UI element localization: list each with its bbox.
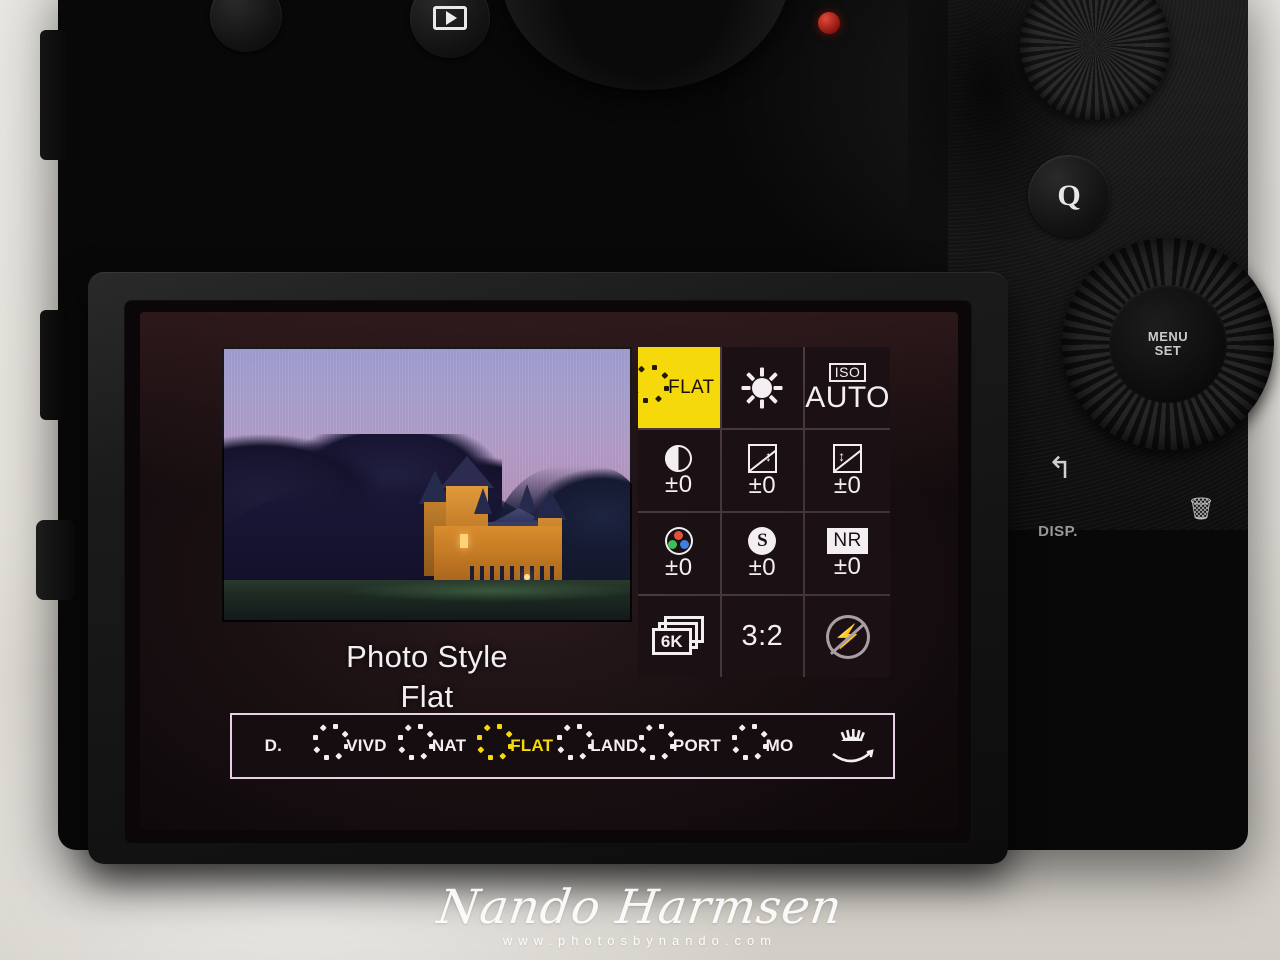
sharpness-value: ±0: [748, 554, 777, 581]
strip-label-mo: MO: [765, 736, 794, 755]
photo-style-strip: D. VIVD NAT FLAT LAND PORT MO: [230, 713, 895, 779]
disp-button[interactable]: DISP.: [1022, 508, 1094, 554]
back-button[interactable]: ↰: [1028, 438, 1092, 500]
burst-icon: [639, 724, 675, 760]
iso-value: AUTO: [805, 380, 890, 414]
grid-cell-6k-photo[interactable]: 6K: [638, 596, 720, 677]
q-menu-button[interactable]: Q: [1028, 155, 1110, 237]
grid-cell-iso[interactable]: ISO AUTO: [805, 347, 890, 428]
disp-label: DISP.: [1038, 522, 1078, 540]
grid-cell-photo-style[interactable]: FLAT: [631, 347, 720, 428]
strip-item-nat[interactable]: NAT: [397, 715, 480, 777]
saturation-value: ±0: [665, 554, 693, 581]
contrast-icon: [665, 444, 693, 472]
back-arrow-icon: ↰: [1047, 452, 1073, 485]
burst-icon: [631, 364, 670, 403]
burst-icon: [313, 724, 349, 760]
menu-label: MENU: [1147, 329, 1189, 345]
preview-border: [222, 347, 632, 622]
strip-item-port[interactable]: PORT: [639, 715, 728, 777]
photo-style-label: FLAT: [668, 376, 715, 398]
no-flash-icon: ⚡: [826, 615, 870, 659]
noise-reduction-value: ±0: [833, 553, 862, 581]
grid-cell-white-balance[interactable]: [721, 347, 804, 428]
record-button[interactable]: [818, 12, 840, 34]
grid-cell-contrast[interactable]: ±0: [638, 430, 720, 511]
burst-6k-label: 6K: [660, 631, 683, 651]
strip-label-land: LAND: [590, 736, 639, 755]
lcd-screen[interactable]: Photo Style Flat FLAT ISO AUTO ±0 ↕ ±0 ↕…: [140, 312, 958, 830]
caption-title: Photo Style: [346, 639, 508, 674]
live-view-preview: [222, 347, 632, 622]
grid-cell-shadow[interactable]: ↕ ±0: [805, 430, 890, 511]
burst-6k-icon: 6K: [651, 615, 706, 658]
sun-icon: [741, 367, 783, 409]
strip-item-vivd[interactable]: VIVD: [313, 715, 398, 777]
strip-label-flat: FLAT: [510, 736, 554, 755]
camera-side-port-door-lower: [40, 310, 68, 420]
strip-label-vivd: VIVD: [346, 736, 387, 755]
quick-settings-grid: FLAT ISO AUTO ±0 ↕ ±0 ↕ ±0 ±0 S ±0 NR ±0…: [631, 347, 890, 677]
grid-cell-sharpness[interactable]: S ±0: [721, 513, 804, 594]
screenshot-root: Q MENU SET ↰ DISP. 🗑 Photo Style Flat FL…: [0, 0, 1280, 960]
grid-cell-noise-reduction[interactable]: NR ±0: [805, 513, 890, 594]
iso-tag-label: ISO: [828, 362, 867, 382]
nr-icon: NR: [827, 527, 868, 555]
burst-icon: [557, 724, 593, 760]
sharpness-icon: S: [748, 527, 777, 555]
aspect-ratio-value: 3:2: [741, 620, 784, 652]
caption-value: Flat: [400, 678, 454, 714]
menu-set-dial[interactable]: MENU SET: [1062, 238, 1274, 450]
strip-item-mo[interactable]: MO: [728, 715, 811, 777]
burst-icon: [732, 724, 768, 760]
grid-cell-saturation[interactable]: ±0: [638, 513, 720, 594]
strip-item-land[interactable]: LAND: [557, 715, 646, 777]
lcd-hinge: [36, 520, 76, 600]
trash-icon: 🗑: [1187, 496, 1215, 521]
shadow-value: ±0: [833, 471, 862, 499]
custom-style-icon: [831, 729, 874, 763]
strip-item-flat[interactable]: FLAT: [477, 715, 563, 777]
strip-item-custom[interactable]: [810, 715, 893, 777]
caption-block: Photo Style Flat: [222, 637, 632, 716]
burst-icon: [477, 724, 513, 760]
strip-item-std[interactable]: D.: [232, 715, 315, 777]
saturation-icon: [665, 527, 693, 555]
q-icon: Q: [1057, 179, 1081, 212]
shadow-icon: ↕: [833, 443, 863, 473]
highlight-icon: ↕: [747, 443, 777, 473]
set-label: SET: [1154, 343, 1182, 358]
delete-button[interactable]: 🗑: [1172, 480, 1230, 538]
grid-cell-flash-mode[interactable]: ⚡: [805, 596, 890, 677]
contrast-value: ±0: [665, 470, 693, 498]
grid-cell-aspect-ratio[interactable]: 3:2: [721, 596, 804, 677]
strip-label-std: D.: [264, 736, 283, 755]
burst-icon: [398, 724, 434, 760]
strip-label-nat: NAT: [431, 736, 467, 755]
highlight-value: ±0: [748, 471, 777, 499]
camera-side-port-door: [40, 30, 70, 160]
strip-label-port: PORT: [672, 736, 721, 755]
grid-cell-highlight[interactable]: ↕ ±0: [721, 430, 804, 511]
menu-set-button[interactable]: MENU SET: [1109, 285, 1227, 403]
play-icon: [433, 6, 467, 30]
